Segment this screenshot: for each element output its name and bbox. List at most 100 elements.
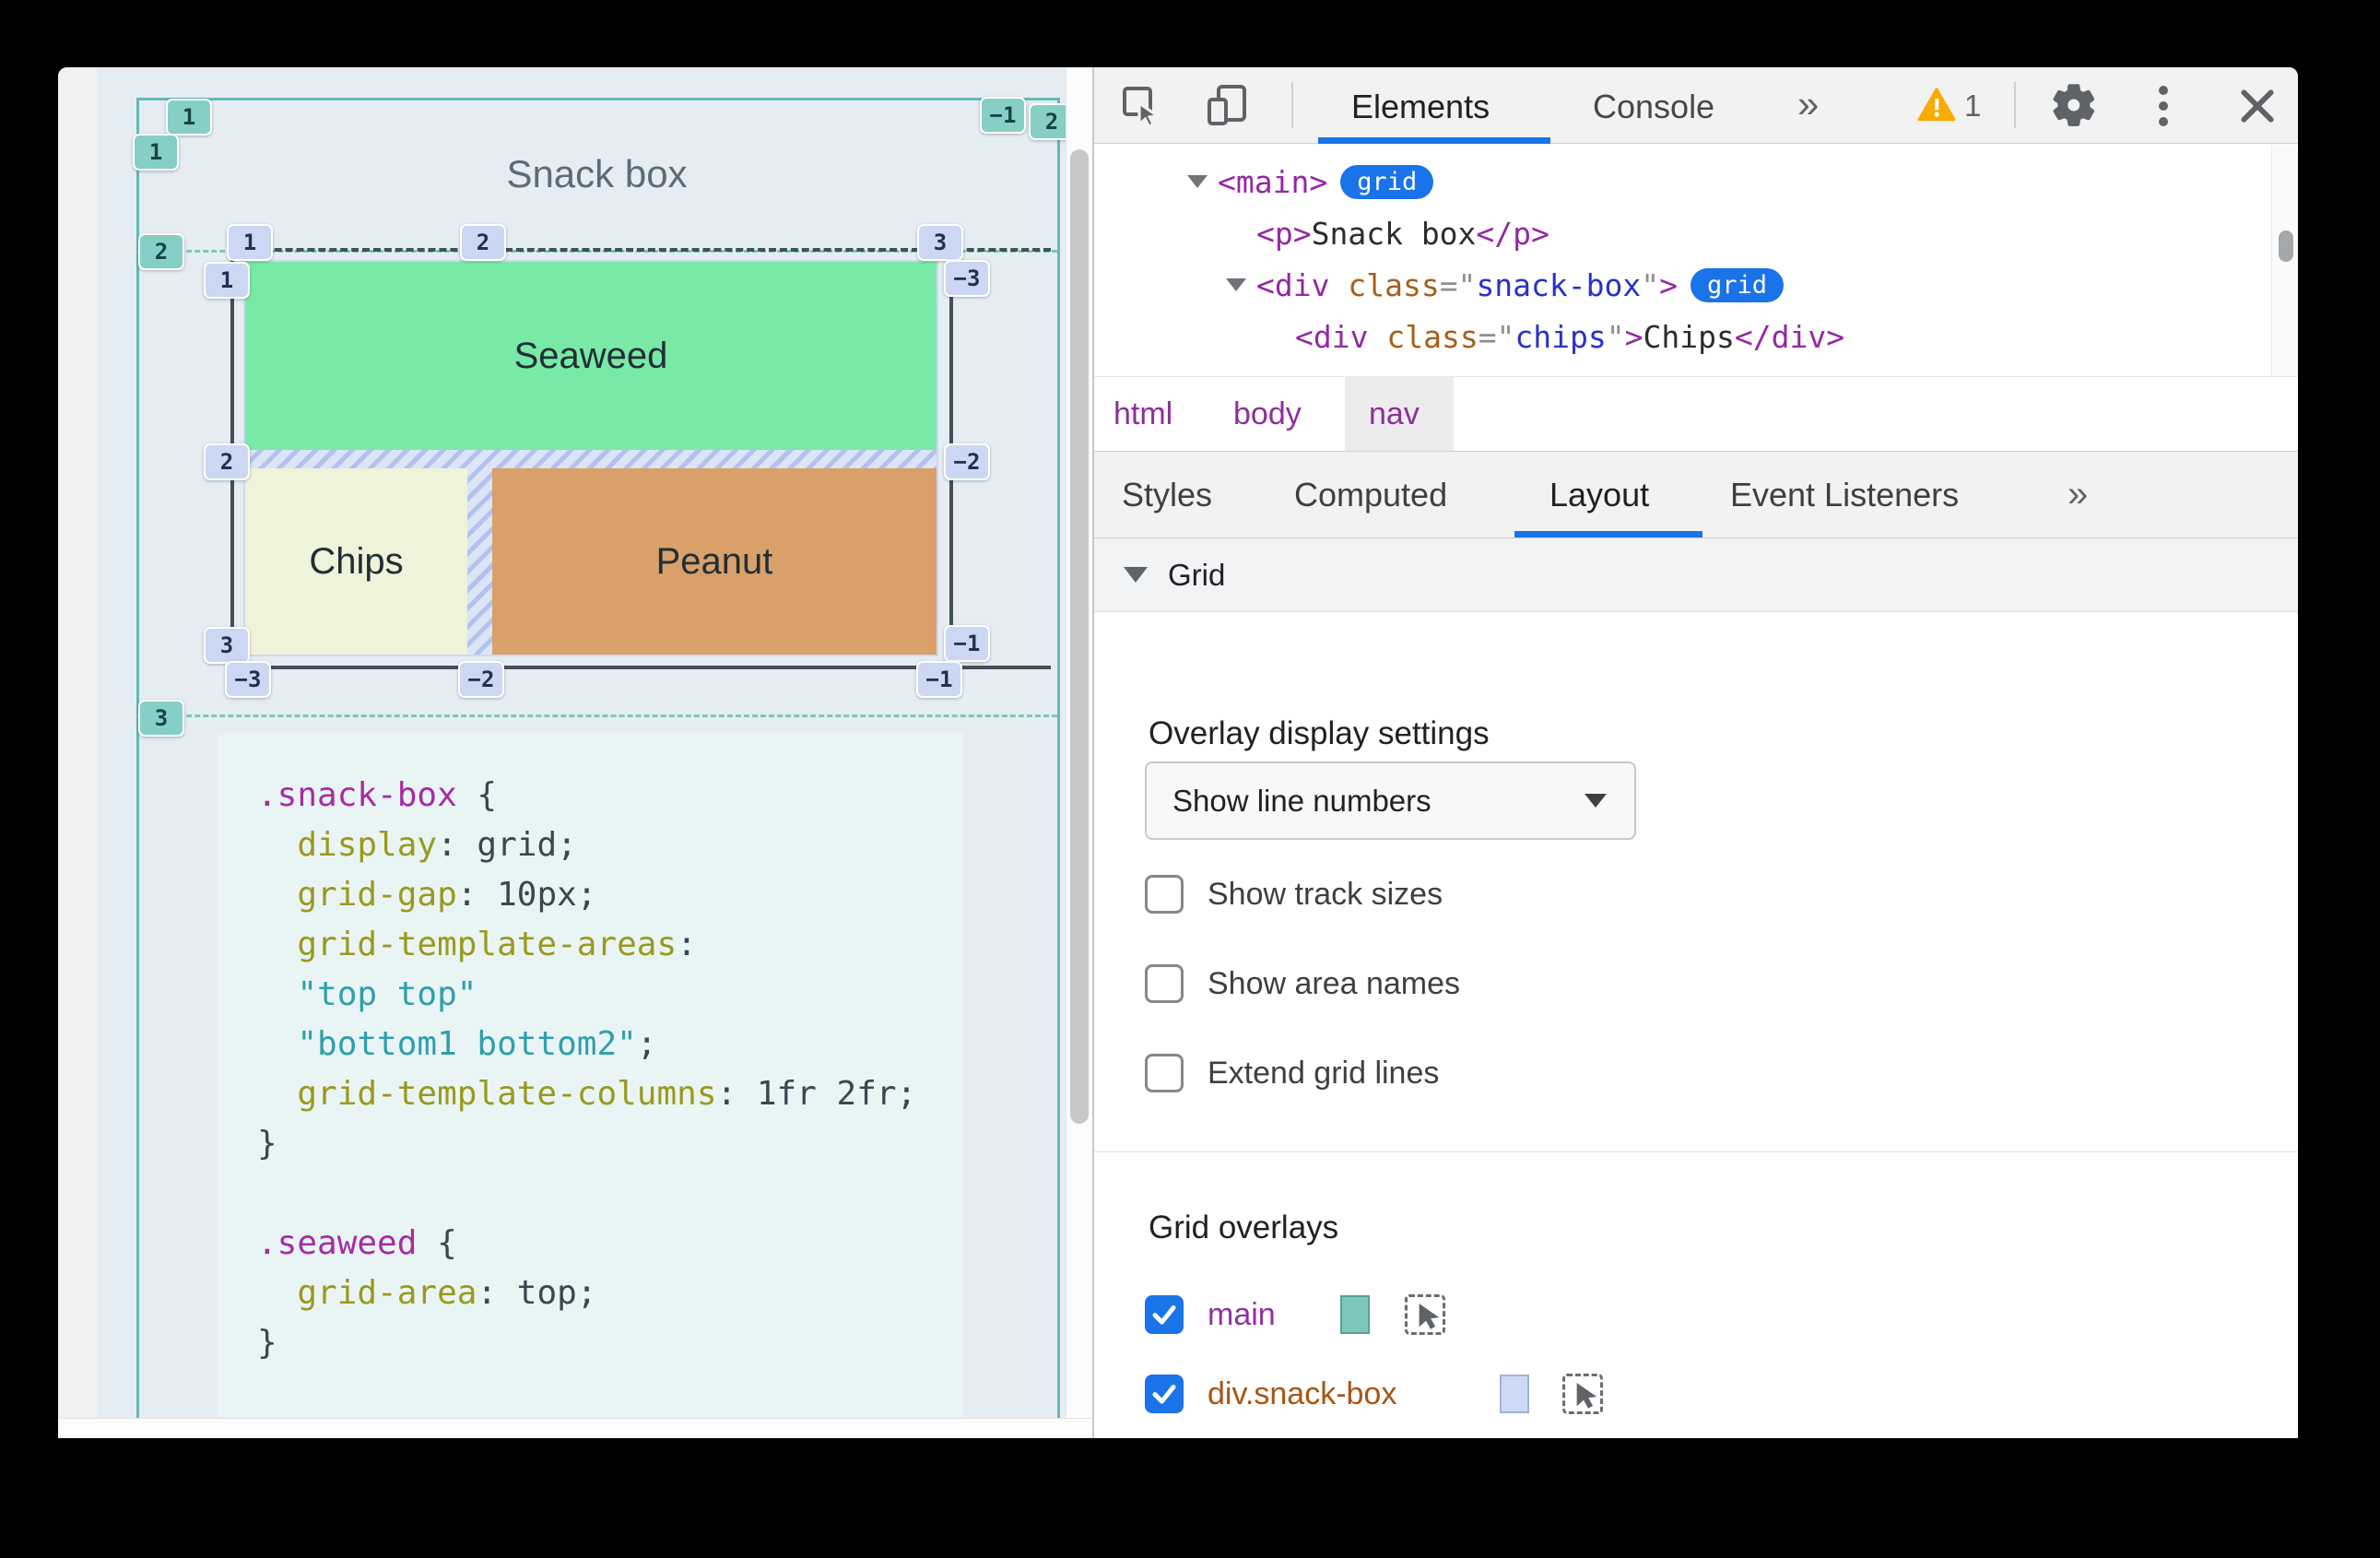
main-line-badge: 3 [138, 700, 184, 737]
dom-tree-row[interactable]: <div class="peanut">Peanut</div> [1094, 362, 2265, 377]
code-line: grid-template-columns: 1fr 2fr; [257, 1075, 917, 1113]
code-line: .seaweed { [257, 1224, 457, 1262]
snack-line-badge: −1 [944, 625, 990, 662]
checkbox[interactable] [1145, 1054, 1184, 1092]
tab-layout[interactable]: Layout [1549, 452, 1649, 537]
breadcrumb-item-body[interactable]: body [1233, 377, 1302, 451]
code-line: grid-gap: 10px; [257, 876, 597, 914]
line-numbers-dropdown[interactable]: Show line numbers [1145, 761, 1636, 840]
devtools-toolbar: Elements Console » 1 [1094, 67, 2298, 144]
show-element-icon[interactable] [1405, 1294, 1445, 1335]
code-line: } [257, 1324, 277, 1362]
page-title: Snack box [506, 152, 688, 195]
expand-arrow-icon[interactable] [1226, 278, 1256, 291]
tab-console[interactable]: Console [1593, 88, 1714, 126]
toolbar-separator [2014, 82, 2016, 128]
active-tab-underline [1318, 137, 1550, 144]
overlay-row-main[interactable]: main [1145, 1295, 1276, 1334]
snack-line-badge: −2 [944, 443, 990, 480]
snack-line-badge: 2 [204, 443, 250, 480]
checkbox[interactable] [1145, 1375, 1184, 1413]
code-line: grid-area: top; [257, 1274, 597, 1312]
grid-overlays-title: Grid overlays [1149, 1210, 1339, 1245]
grid-section-header[interactable]: Grid [1094, 538, 2298, 612]
warning-icon[interactable] [1917, 87, 1956, 124]
overlay-color-swatch-main [1340, 1295, 1370, 1334]
breadcrumb-item-nav[interactable]: nav [1369, 377, 1420, 451]
breadcrumb-item-html[interactable]: html [1113, 377, 1172, 451]
checkbox-extend-grid-lines[interactable]: Extend grid lines [1145, 1054, 1439, 1092]
close-icon[interactable] [2237, 86, 2278, 126]
device-toolbar-icon[interactable] [1204, 83, 1250, 129]
page-scrollbar-thumb[interactable] [1070, 149, 1089, 1124]
snack-box-grid: Seaweed Chips Peanut [245, 262, 937, 655]
checkbox[interactable] [1145, 875, 1184, 914]
code-line: "top top" [257, 975, 477, 1013]
toolbar-separator [1291, 82, 1293, 128]
snack-line-badge: 1 [204, 262, 250, 299]
dom-scrollbar[interactable] [2271, 145, 2298, 376]
css-code-block: .snack-box { display: grid; grid-gap: 10… [218, 733, 963, 1424]
checkbox[interactable] [1145, 964, 1184, 1003]
snack-line-badge: 2 [460, 224, 506, 261]
dom-tree-row[interactable]: <div class =" snack-box " > grid [1094, 259, 2265, 311]
gear-icon[interactable] [2050, 81, 2098, 129]
breadcrumb: html body nav [1094, 376, 2298, 452]
code-line: display: grid; [257, 826, 577, 864]
overlay-row-snack-box[interactable]: div.snack-box [1145, 1375, 1396, 1413]
css-code-lines: .snack-box { display: grid; grid-gap: 10… [257, 771, 963, 1368]
checkbox[interactable] [1145, 1295, 1184, 1334]
checkbox-show-track-sizes[interactable]: Show track sizes [1145, 875, 1443, 914]
dom-tree-row[interactable]: <main> grid [1094, 156, 2265, 207]
overlay-label-snack-box: div.snack-box [1208, 1375, 1397, 1411]
tab-styles[interactable]: Styles [1122, 452, 1212, 537]
grid-badge[interactable]: grid [1691, 267, 1785, 302]
main-grid-top-line [136, 98, 1057, 100]
more-panels-chevron[interactable]: » [2068, 452, 2088, 537]
active-tab-underline [1514, 531, 1703, 537]
snack-line-badge: 3 [204, 627, 250, 664]
grid-section-label: Grid [1168, 557, 1226, 592]
kebab-menu-icon[interactable] [2159, 84, 2170, 128]
tab-computed[interactable]: Computed [1294, 452, 1447, 537]
main-line-badge: 2 [138, 233, 184, 270]
show-element-icon[interactable] [1562, 1374, 1603, 1414]
main-grid-row3-line [136, 714, 1057, 717]
page-horizontal-scrollbar[interactable] [58, 1418, 1092, 1438]
snack-line-badge: −3 [225, 661, 271, 698]
code-line: "bottom1 bottom2"; [257, 1025, 657, 1063]
dom-tree-area: <main> grid <p> Snack box </p> <div class =" sn… [1094, 145, 2298, 376]
checkbox-show-area-names[interactable]: Show area names [1145, 964, 1460, 1003]
page-viewport: Snack box Seaweed Chips Peanut 1 1 2 3 −… [58, 67, 1092, 1438]
dom-tree-row[interactable]: <div class =" chips " > Chips </div> [1094, 311, 2265, 362]
grid-badge[interactable]: grid [1340, 164, 1434, 199]
cell-chips: Chips [245, 468, 467, 655]
overlay-settings-title: Overlay display settings [1149, 715, 1490, 751]
main-grid-right-line [1057, 98, 1060, 1424]
dom-scrollbar-thumb[interactable] [2279, 230, 2293, 262]
main-line-badge: 1 [133, 134, 179, 171]
overlay-color-swatch-snack-box [1500, 1375, 1529, 1413]
snack-line-badge: −2 [458, 661, 504, 698]
code-line: } [257, 1125, 277, 1163]
tab-elements[interactable]: Elements [1351, 88, 1490, 126]
chevron-down-icon [1585, 794, 1607, 808]
cell-peanut-label: Peanut [655, 540, 773, 582]
tab-event-listeners[interactable]: Event Listeners [1730, 452, 1959, 537]
expand-arrow-icon[interactable] [1187, 175, 1218, 188]
overlay-label-main: main [1208, 1296, 1276, 1332]
checkbox-label: Show area names [1208, 965, 1461, 1001]
sidebar-tab-bar: Styles Computed Layout Event Listeners » [1094, 452, 2298, 538]
page-vertical-scrollbar[interactable] [1066, 67, 1092, 1418]
snack-line-badge: −1 [916, 661, 962, 698]
snack-line-badge: 1 [227, 224, 273, 261]
checkbox-label: Extend grid lines [1208, 1055, 1440, 1091]
warning-count[interactable]: 1 [1964, 89, 1981, 124]
inspect-element-icon[interactable] [1121, 85, 1163, 127]
browser-window: Snack box Seaweed Chips Peanut 1 1 2 3 −… [58, 67, 2298, 1438]
more-tabs-chevron[interactable]: » [1797, 82, 1819, 126]
dom-tree-row[interactable]: <p> Snack box </p> [1094, 207, 2265, 259]
divider [1094, 1151, 2298, 1152]
main-line-badge: −1 [980, 97, 1026, 134]
